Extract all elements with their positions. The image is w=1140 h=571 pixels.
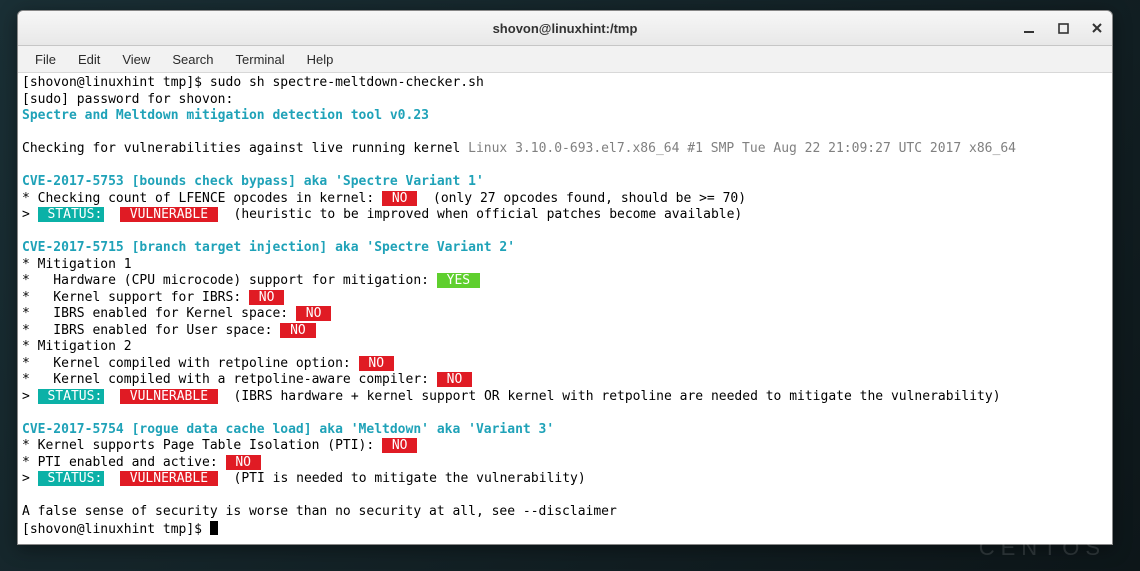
no-badge: NO [280, 323, 315, 338]
no-badge: NO [359, 356, 394, 371]
cve2-ibrs-k-pre: * IBRS enabled for Kernel space: [22, 306, 296, 321]
cve3-ptien-pre: * PTI enabled and active: [22, 455, 226, 470]
vulnerable-badge: VULNERABLE [120, 389, 218, 404]
close-button[interactable] [1086, 17, 1108, 39]
status-prefix: > [22, 207, 38, 222]
tool-header: Spectre and Meltdown mitigation detectio… [22, 108, 429, 123]
maximize-button[interactable] [1052, 17, 1074, 39]
menu-help[interactable]: Help [296, 49, 345, 70]
cve1-status-note: (heuristic to be improved when official … [218, 207, 742, 222]
cve2-status-note: (IBRS hardware + kernel support OR kerne… [218, 389, 1001, 404]
window-title: shovon@linuxhint:/tmp [18, 21, 1112, 36]
cve2-ks-pre: * Kernel support for IBRS: [22, 290, 249, 305]
kernel-info: Linux 3.10.0-693.el7.x86_64 #1 SMP Tue A… [468, 141, 1016, 156]
check-intro: Checking for vulnerabilities against liv… [22, 141, 468, 156]
titlebar[interactable]: shovon@linuxhint:/tmp [18, 11, 1112, 46]
vulnerable-badge: VULNERABLE [120, 207, 218, 222]
cve2-title: CVE-2017-5715 [branch target injection] … [22, 240, 515, 255]
disclaimer-line: A false sense of security is worse than … [22, 504, 617, 519]
cve2-m2: * Mitigation 2 [22, 339, 132, 354]
cve2-ret-opt-pre: * Kernel compiled with retpoline option: [22, 356, 359, 371]
cve1-check-pre: * Checking count of LFENCE opcodes in ke… [22, 191, 382, 206]
cve3-status-note: (PTI is needed to mitigate the vulnerabi… [218, 471, 586, 486]
cve2-ret-comp-pre: * Kernel compiled with a retpoline-aware… [22, 372, 437, 387]
status-prefix: > [22, 471, 38, 486]
yes-badge: YES [437, 273, 480, 288]
status-prefix: > [22, 389, 38, 404]
cve2-m1: * Mitigation 1 [22, 257, 132, 272]
window-controls [1018, 17, 1108, 39]
menu-edit[interactable]: Edit [67, 49, 111, 70]
vulnerable-badge: VULNERABLE [120, 471, 218, 486]
cve1-check-post: (only 27 opcodes found, should be >= 70) [417, 191, 746, 206]
cve3-title: CVE-2017-5754 [rogue data cache load] ak… [22, 422, 554, 437]
prompt-line: [shovon@linuxhint tmp]$ sudo sh spectre-… [22, 75, 484, 90]
prompt-line: [shovon@linuxhint tmp]$ [22, 522, 210, 537]
status-badge: STATUS: [38, 389, 105, 404]
menubar: File Edit View Search Terminal Help [18, 46, 1112, 73]
status-badge: STATUS: [38, 471, 105, 486]
no-badge: NO [226, 455, 261, 470]
no-badge: NO [382, 191, 417, 206]
menu-view[interactable]: View [111, 49, 161, 70]
minimize-button[interactable] [1018, 17, 1040, 39]
menu-file[interactable]: File [24, 49, 67, 70]
menu-search[interactable]: Search [161, 49, 224, 70]
menu-terminal[interactable]: Terminal [225, 49, 296, 70]
cve1-title: CVE-2017-5753 [bounds check bypass] aka … [22, 174, 484, 189]
no-badge: NO [296, 306, 331, 321]
cve2-hw-pre: * Hardware (CPU microcode) support for m… [22, 273, 437, 288]
status-badge: STATUS: [38, 207, 105, 222]
no-badge: NO [382, 438, 417, 453]
sudo-line: [sudo] password for shovon: [22, 92, 233, 107]
cursor-icon [210, 521, 218, 535]
terminal-window: shovon@linuxhint:/tmp File Edit View Sea… [17, 10, 1113, 545]
desktop-brand: CentOS [979, 535, 1106, 561]
no-badge: NO [249, 290, 284, 305]
terminal-output[interactable]: [shovon@linuxhint tmp]$ sudo sh spectre-… [18, 73, 1112, 544]
no-badge: NO [437, 372, 472, 387]
cve3-pti-pre: * Kernel supports Page Table Isolation (… [22, 438, 382, 453]
cve2-ibrs-u-pre: * IBRS enabled for User space: [22, 323, 280, 338]
